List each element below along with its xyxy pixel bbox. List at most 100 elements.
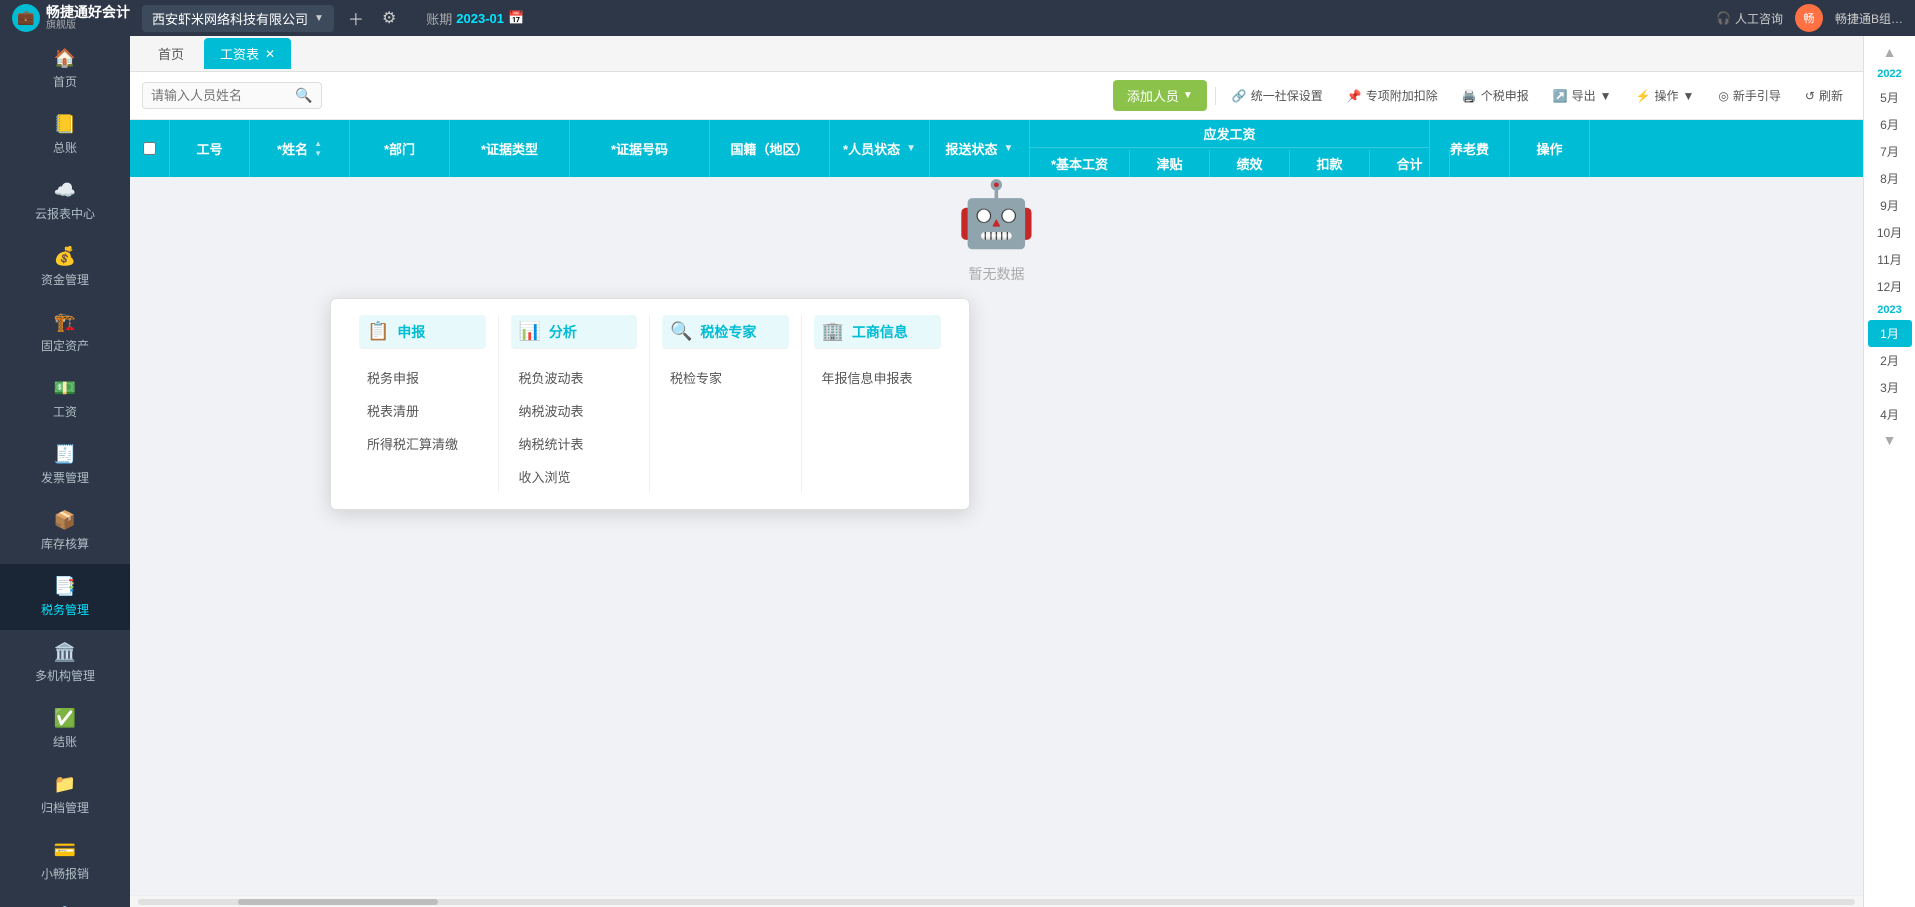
- dropdown-item-income-tax[interactable]: 所得税汇算清缴: [359, 427, 486, 460]
- sidebar-item-finance[interactable]: 💰 资金管理: [0, 234, 130, 300]
- add-person-arrow-icon: ▼: [1183, 90, 1193, 101]
- main-layout: 🏠 首页 📒 总账 ☁️ 云报表中心 💰 资金管理 🏗️ 固定资产 💵 工资 🧾…: [0, 36, 1915, 907]
- sidebar-item-inventory[interactable]: 📦 库存核算: [0, 498, 130, 564]
- user-name: 畅捷通B组…: [1835, 10, 1903, 27]
- refresh-button[interactable]: ↺ 刷新: [1797, 83, 1851, 108]
- cal-month-2023-4[interactable]: 4月: [1868, 401, 1912, 428]
- company-selector[interactable]: 西安虾米网络科技有限公司 ▼: [142, 5, 334, 32]
- export-arrow-icon: ▼: [1600, 89, 1612, 103]
- sidebar-finance-label: 资金管理: [41, 271, 89, 288]
- sidebar-archive-label: 归档管理: [41, 799, 89, 816]
- cal-month-2023-3[interactable]: 3月: [1868, 374, 1912, 401]
- select-all-checkbox[interactable]: [143, 142, 156, 155]
- operations-button[interactable]: ⚡ 操作 ▼: [1628, 83, 1703, 108]
- th-wage-group: 应发工资 *基本工资 津贴 绩效 扣款: [1030, 120, 1430, 177]
- dropdown-item-annual-report[interactable]: 年报信息申报表: [814, 361, 942, 394]
- dropdown-section-bizinfo: 🏢 工商信息 年报信息申报表: [802, 315, 954, 493]
- app-name: 畅捷通好会计: [46, 4, 130, 21]
- cal-nav-up[interactable]: ▲: [1879, 40, 1901, 64]
- export-label: 导出: [1572, 87, 1596, 104]
- app-logo: 💼 畅捷通好会计 旗舰版: [12, 4, 132, 33]
- th-pension: 养老费: [1430, 120, 1510, 177]
- cal-month-2023-2[interactable]: 2月: [1868, 347, 1912, 374]
- sidebar-org-label: 多机构管理: [35, 667, 95, 684]
- sidebar-item-expense[interactable]: 💳 小畅报销: [0, 828, 130, 894]
- search-icon: 🔍: [295, 87, 312, 104]
- name-sort-icon[interactable]: ▲ ▼: [314, 139, 322, 158]
- th-performance: 绩效: [1210, 150, 1290, 177]
- empty-text: 暂无数据: [969, 264, 1025, 284]
- sidebar-item-payroll[interactable]: 💵 工资: [0, 366, 130, 432]
- section-taxcheck-title: 税检专家: [700, 322, 756, 342]
- sidebar-payroll-label: 工资: [53, 403, 77, 420]
- sidebar-item-archive[interactable]: 📁 归档管理: [0, 762, 130, 828]
- dropdown-item-tax-burden[interactable]: 税负波动表: [511, 361, 638, 394]
- cal-month-11[interactable]: 11月: [1868, 246, 1912, 273]
- assets-icon: 🏗️: [54, 312, 76, 333]
- operations-label: 操作: [1655, 87, 1679, 104]
- th-checkbox[interactable]: [130, 120, 170, 177]
- cal-month-10[interactable]: 10月: [1868, 219, 1912, 246]
- cal-month-12[interactable]: 12月: [1868, 273, 1912, 300]
- invoice-icon: 🧾: [54, 444, 76, 465]
- social-security-button[interactable]: 🔗 统一社保设置: [1224, 83, 1331, 108]
- special-deduction-button[interactable]: 📌 专项附加扣除: [1339, 83, 1446, 108]
- guide-label: 新手引导: [1733, 87, 1781, 104]
- dropdown-item-tax-fluctuation[interactable]: 纳税波动表: [511, 394, 638, 427]
- calendar-icon[interactable]: 📅: [508, 10, 524, 26]
- topbar-right: 🎧 人工咨询 畅 畅捷通B组…: [1716, 4, 1903, 32]
- add-company-button[interactable]: ＋: [344, 4, 368, 32]
- dropdown-section-report: 📋 申报 税务申报 税表清册 所得税汇算清缴: [347, 315, 499, 493]
- operations-arrow-icon: ▼: [1683, 89, 1695, 103]
- sidebar-item-assets[interactable]: 🏗️ 固定资产: [0, 300, 130, 366]
- cal-month-9[interactable]: 9月: [1868, 192, 1912, 219]
- special-deduction-label: 专项附加扣除: [1366, 87, 1438, 104]
- th-report-status: 报送状态 ▼: [930, 120, 1030, 177]
- dropdown-item-tax-stats[interactable]: 纳税统计表: [511, 427, 638, 460]
- export-button[interactable]: ↗️ 导出 ▼: [1545, 83, 1620, 108]
- sidebar-item-ledger[interactable]: 📒 总账: [0, 102, 130, 168]
- dropdown-item-taxcheck[interactable]: 税检专家: [662, 361, 789, 394]
- cal-month-7[interactable]: 7月: [1868, 138, 1912, 165]
- cal-month-2023-1[interactable]: 1月: [1868, 320, 1912, 347]
- tab-close-button[interactable]: ✕: [265, 47, 275, 61]
- cal-month-5[interactable]: 5月: [1868, 84, 1912, 111]
- th-id-type: *证据类型: [450, 120, 570, 177]
- period-value: 2023-01: [456, 11, 504, 26]
- sidebar-item-home[interactable]: 🏠 首页: [0, 36, 130, 102]
- sidebar-item-settings[interactable]: ⚙️ 基础设置: [0, 894, 130, 907]
- bottom-scrollbar[interactable]: [130, 895, 1863, 907]
- cal-nav-down[interactable]: ▼: [1879, 428, 1901, 452]
- dropdown-item-income-browse[interactable]: 收入浏览: [511, 460, 638, 493]
- human-service-button[interactable]: 🎧 人工咨询: [1716, 10, 1783, 27]
- dropdown-item-tax-report[interactable]: 税务申报: [359, 361, 486, 394]
- add-person-button[interactable]: 添加人员 ▼: [1113, 80, 1207, 111]
- sidebar-item-multi-org[interactable]: 🏛️ 多机构管理: [0, 630, 130, 696]
- sidebar-item-tax[interactable]: 📑 税务管理: [0, 564, 130, 630]
- settings-button[interactable]: ⚙: [378, 6, 400, 30]
- cal-month-8[interactable]: 8月: [1868, 165, 1912, 192]
- th-operations: 操作: [1510, 120, 1590, 177]
- dropdown-item-tax-form[interactable]: 税表清册: [359, 394, 486, 427]
- tax-report-button[interactable]: 🖨️ 个税申报: [1454, 83, 1537, 108]
- sidebar-item-invoice[interactable]: 🧾 发票管理: [0, 432, 130, 498]
- section-bizinfo-title: 工商信息: [852, 322, 908, 342]
- th-department: *部门: [350, 120, 450, 177]
- search-wrap: 🔍: [142, 82, 322, 109]
- person-status-filter-icon[interactable]: ▼: [906, 143, 916, 154]
- section-bizinfo-header: 🏢 工商信息: [814, 315, 942, 349]
- special-deduction-icon: 📌: [1347, 89, 1362, 103]
- search-input[interactable]: [151, 88, 291, 103]
- report-status-filter-icon[interactable]: ▼: [1004, 143, 1014, 154]
- table-header: 工号 *姓名 ▲ ▼ *部门 *证据类型: [130, 120, 1863, 177]
- guide-button[interactable]: ◎ 新手引导: [1710, 83, 1789, 108]
- cal-month-6[interactable]: 6月: [1868, 111, 1912, 138]
- tax-report-label: 个税申报: [1481, 87, 1529, 104]
- scroll-thumb[interactable]: [238, 899, 438, 905]
- tab-payroll[interactable]: 工资表 ✕: [204, 38, 291, 69]
- section-analysis-title: 分析: [549, 322, 577, 342]
- content-area: 工号 *姓名 ▲ ▼ *部门 *证据类型: [130, 120, 1863, 907]
- tab-home[interactable]: 首页: [142, 38, 200, 69]
- sidebar-item-cloud-report[interactable]: ☁️ 云报表中心: [0, 168, 130, 234]
- sidebar-item-closing[interactable]: ✅ 结账: [0, 696, 130, 762]
